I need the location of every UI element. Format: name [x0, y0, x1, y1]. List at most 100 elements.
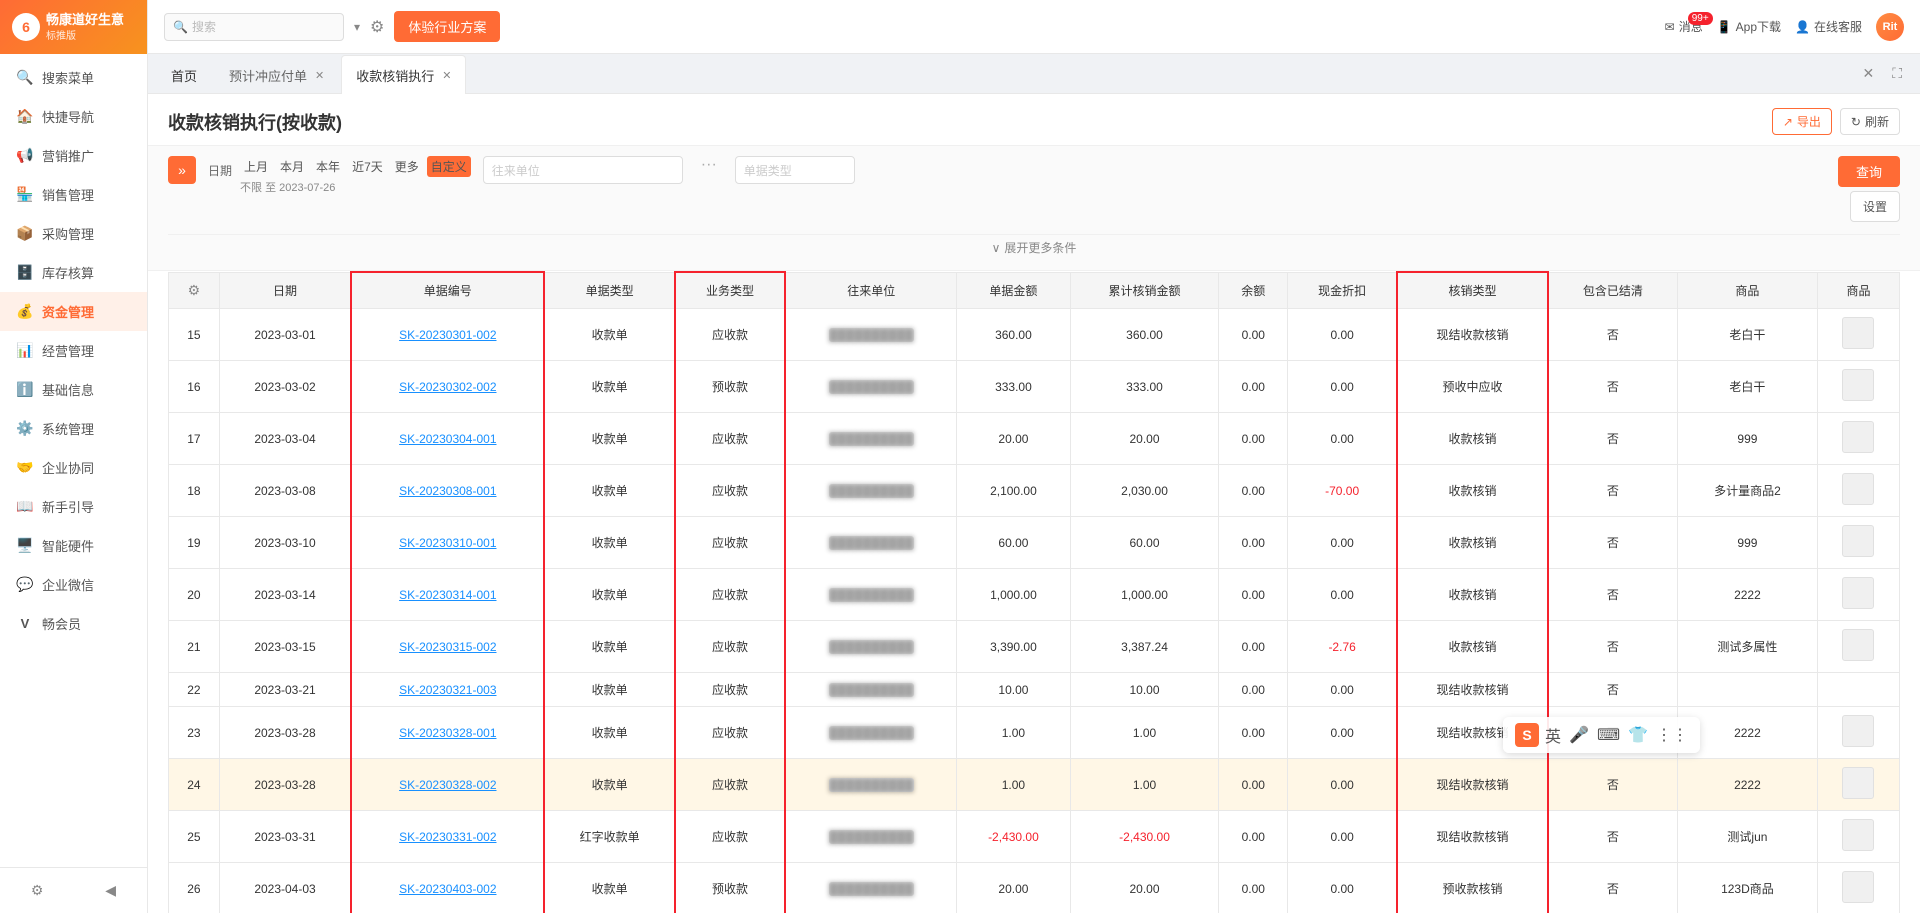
- sidebar-item-enterprise[interactable]: 🤝 企业协同: [0, 448, 147, 487]
- th-writeoff-amount[interactable]: 累计核销金额: [1070, 272, 1219, 309]
- tab-receivable-close[interactable]: ✕: [315, 69, 324, 82]
- th-date[interactable]: 日期: [219, 272, 351, 309]
- sidebar-item-quick-nav[interactable]: 🏠 快捷导航: [0, 97, 147, 136]
- tab-writeoff-close[interactable]: ✕: [442, 69, 451, 82]
- th-cash-discount[interactable]: 现金折扣: [1288, 272, 1398, 309]
- sidebar-item-label: 智能硬件: [42, 536, 94, 555]
- app-download-action[interactable]: 📱 App下载: [1717, 18, 1781, 35]
- topbar-dropdown-arrow[interactable]: ▾: [354, 20, 360, 34]
- th-product-img[interactable]: 商品: [1817, 272, 1899, 309]
- sidebar-item-label: 系统管理: [42, 419, 94, 438]
- basic-icon: ℹ️: [16, 381, 34, 398]
- sidebar-item-system[interactable]: ⚙️ 系统管理: [0, 409, 147, 448]
- sidebar-item-operations[interactable]: 📊 经营管理: [0, 331, 147, 370]
- table-row: 262023-04-03SK-20230403-002收款单预收款███████…: [169, 863, 1900, 913]
- filter-voucher-type-input[interactable]: 单据类型: [735, 156, 855, 184]
- watermark-shirt-icon: 👕: [1628, 725, 1648, 745]
- filter-dots[interactable]: ···: [695, 156, 723, 174]
- th-biz-type[interactable]: 业务类型: [675, 272, 785, 309]
- voucher-no-link[interactable]: SK-20230315-002: [399, 640, 496, 654]
- sidebar-item-marketing[interactable]: 📢 营销推广: [0, 136, 147, 175]
- filter-date-cur-year[interactable]: 本年: [312, 156, 344, 177]
- th-voucher-no[interactable]: 单据编号: [351, 272, 544, 309]
- voucher-no-link[interactable]: SK-20230403-002: [399, 882, 496, 896]
- filter-date-more[interactable]: 更多: [391, 156, 423, 177]
- marketing-icon: 📢: [16, 147, 34, 164]
- tab-home[interactable]: 首页: [156, 55, 212, 94]
- sidebar-item-label: 经营管理: [42, 341, 94, 360]
- sidebar-item-sales[interactable]: 🏪 销售管理: [0, 175, 147, 214]
- th-balance[interactable]: 余额: [1219, 272, 1288, 309]
- settings-bottom-btn[interactable]: ⚙: [21, 876, 54, 905]
- refresh-button[interactable]: ↻ 刷新: [1840, 108, 1900, 135]
- voucher-no-link[interactable]: SK-20230328-001: [399, 726, 496, 740]
- sidebar-item-label: 畅会员: [42, 614, 81, 633]
- filter-date-prev-month[interactable]: 上月: [240, 156, 272, 177]
- sidebar-item-label: 资金管理: [42, 302, 94, 321]
- filter-settings-button[interactable]: 设置: [1850, 191, 1900, 222]
- page-title: 收款核销执行(按收款): [168, 109, 342, 135]
- wechat-icon: 💬: [16, 576, 34, 593]
- counterparty-blurred: ██████████: [829, 588, 914, 602]
- query-button[interactable]: 查询: [1838, 156, 1900, 187]
- voucher-no-link[interactable]: SK-20230321-003: [399, 683, 496, 697]
- main-area: 🔍 搜索 ▾ ⚙ 体验行业方案 ✉ 消息 99+ 📱 App下载 👤 在线客服 …: [148, 0, 1920, 913]
- online-service-action[interactable]: 👤 在线客服: [1795, 18, 1862, 35]
- sidebar-item-finance[interactable]: 💰 资金管理: [0, 292, 147, 331]
- voucher-no-link[interactable]: SK-20230304-001: [399, 432, 496, 446]
- sidebar-item-label: 企业协同: [42, 458, 94, 477]
- filter-expand-button[interactable]: »: [168, 156, 196, 184]
- voucher-no-link[interactable]: SK-20230302-002: [399, 380, 496, 394]
- tab-writeoff[interactable]: 收款核销执行 ✕: [341, 55, 466, 94]
- th-counterparty[interactable]: 往来单位: [785, 272, 957, 309]
- expand-more-button[interactable]: ∨ 展开更多条件: [992, 239, 1077, 256]
- watermark-overlay: S 英 🎤 ⌨ 👕 ⋮⋮: [1503, 717, 1700, 753]
- sidebar-item-label: 营销推广: [42, 146, 94, 165]
- product-image: [1842, 629, 1874, 661]
- sidebar-item-guide[interactable]: 📖 新手引导: [0, 487, 147, 526]
- tab-home-label: 首页: [171, 66, 197, 85]
- message-action[interactable]: ✉ 消息 99+: [1665, 18, 1703, 35]
- voucher-no-link[interactable]: SK-20230308-001: [399, 484, 496, 498]
- solution-button[interactable]: 体验行业方案: [394, 11, 500, 42]
- th-gear[interactable]: ⚙: [169, 272, 220, 309]
- th-product[interactable]: 商品: [1677, 272, 1817, 309]
- guide-icon: 📖: [16, 498, 34, 515]
- counterparty-blurred: ██████████: [829, 328, 914, 342]
- voucher-no-link[interactable]: SK-20230314-001: [399, 588, 496, 602]
- tab-receivable[interactable]: 预计冲应付单 ✕: [214, 55, 339, 94]
- user-avatar[interactable]: Rit: [1876, 13, 1904, 41]
- th-include-settled[interactable]: 包含已结清: [1548, 272, 1678, 309]
- counterparty-blurred: ██████████: [829, 432, 914, 446]
- filter-date-7days[interactable]: 近7天: [348, 156, 387, 177]
- voucher-no-link[interactable]: SK-20230328-002: [399, 778, 496, 792]
- filter-date-cur-month[interactable]: 本月: [276, 156, 308, 177]
- th-voucher-type[interactable]: 单据类型: [544, 272, 675, 309]
- table-row: 202023-03-14SK-20230314-001收款单应收款███████…: [169, 569, 1900, 621]
- sidebar-item-label: 企业微信: [42, 575, 94, 594]
- topbar-actions: ✉ 消息 99+ 📱 App下载 👤 在线客服 Rit: [1665, 13, 1904, 41]
- sidebar-item-purchase[interactable]: 📦 采购管理: [0, 214, 147, 253]
- voucher-no-link[interactable]: SK-20230331-002: [399, 830, 496, 844]
- close-all-tabs-btn[interactable]: ✕: [1856, 61, 1880, 86]
- page-content: 收款核销执行(按收款) ↗ 导出 ↻ 刷新 » 日期 上月: [148, 94, 1920, 913]
- sidebar-logo: 6 畅康道好生意 标推版: [0, 0, 147, 54]
- topbar-search[interactable]: 🔍 搜索: [164, 13, 344, 41]
- fullscreen-btn[interactable]: ⛶: [1886, 61, 1908, 86]
- th-writeoff-type[interactable]: 核销类型: [1397, 272, 1548, 309]
- sidebar-item-search[interactable]: 🔍 搜索菜单: [0, 58, 147, 97]
- sidebar-item-wechat[interactable]: 💬 企业微信: [0, 565, 147, 604]
- collapse-sidebar-btn[interactable]: ◀: [95, 876, 126, 905]
- topbar-gear-icon[interactable]: ⚙: [370, 17, 384, 37]
- voucher-no-link[interactable]: SK-20230310-001: [399, 536, 496, 550]
- sidebar-item-vip[interactable]: V 畅会员: [0, 604, 147, 643]
- voucher-no-link[interactable]: SK-20230301-002: [399, 328, 496, 342]
- filter-counterparty-input[interactable]: 往来单位: [483, 156, 683, 184]
- th-amount[interactable]: 单据金额: [957, 272, 1070, 309]
- filter-custom-date-btn[interactable]: 自定义: [427, 156, 471, 177]
- export-button[interactable]: ↗ 导出: [1772, 108, 1832, 135]
- sidebar-item-hardware[interactable]: 🖥️ 智能硬件: [0, 526, 147, 565]
- sidebar-item-basic[interactable]: ℹ️ 基础信息: [0, 370, 147, 409]
- page-header: 收款核销执行(按收款) ↗ 导出 ↻ 刷新: [148, 94, 1920, 146]
- sidebar-item-inventory[interactable]: 🗄️ 库存核算: [0, 253, 147, 292]
